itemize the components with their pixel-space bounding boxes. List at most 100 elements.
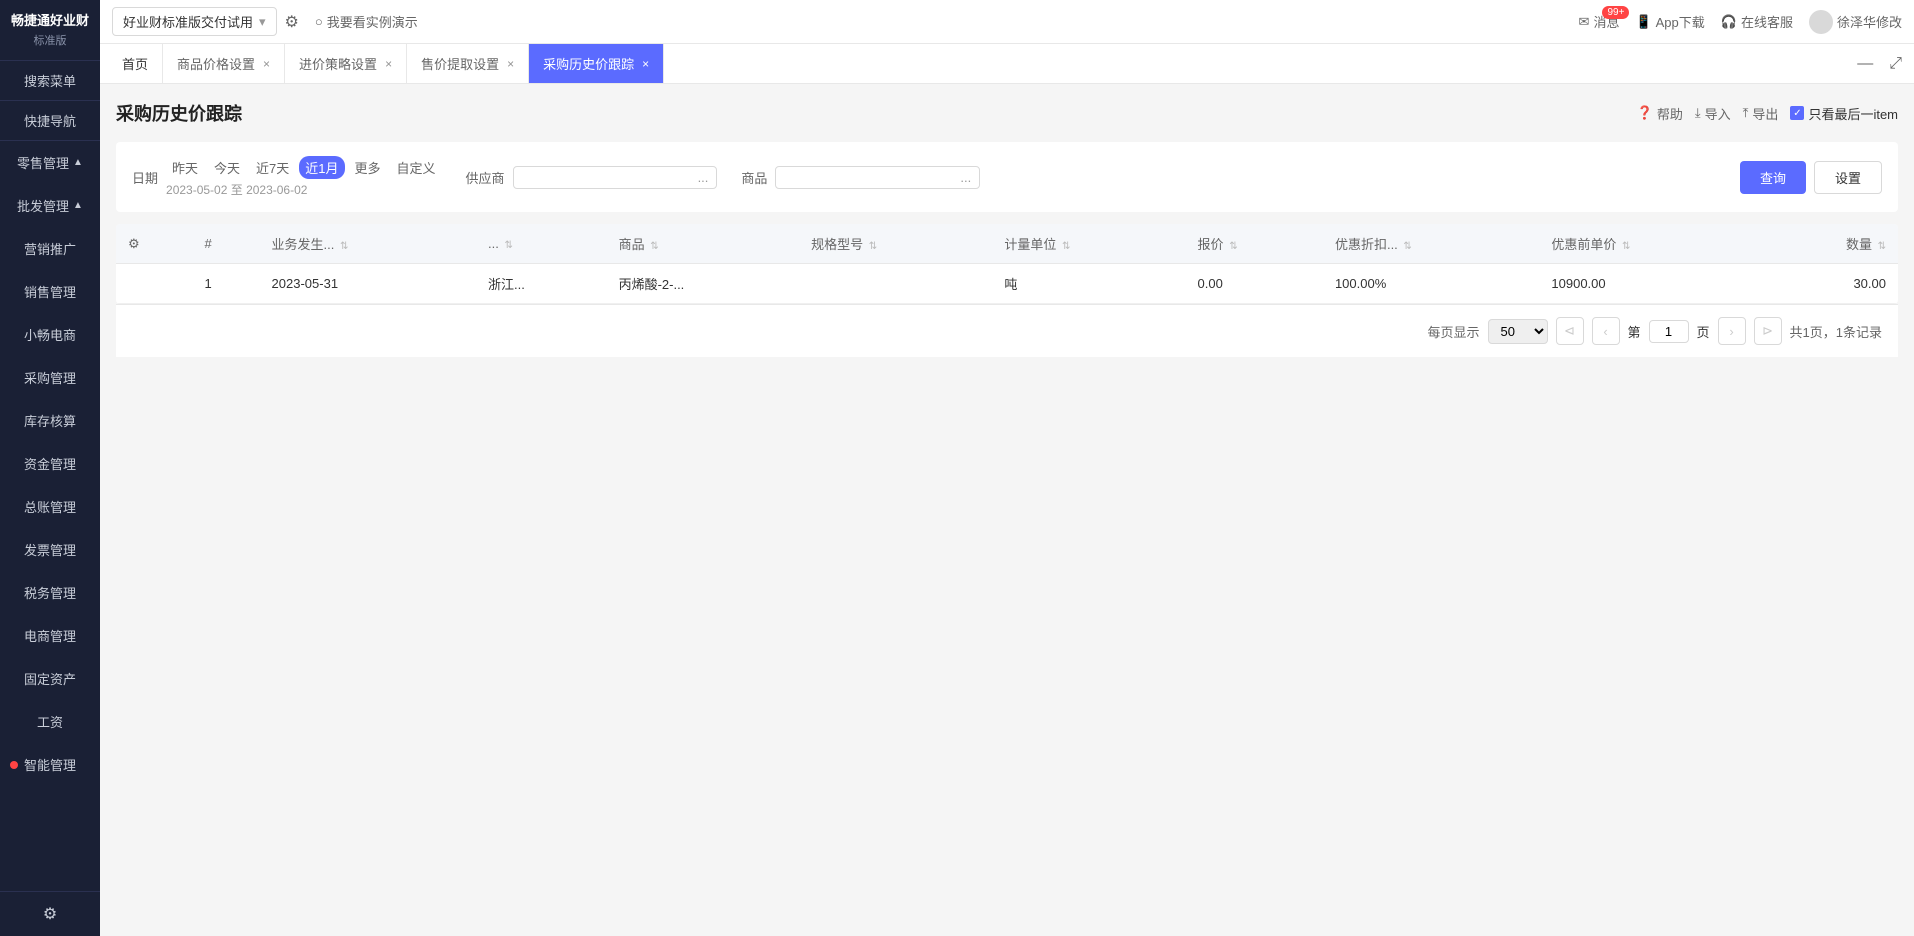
sidebar-search[interactable]: 搜索菜单	[0, 61, 100, 101]
th-discount[interactable]: 优惠折扣... ⇅	[1323, 224, 1539, 264]
phone-icon: 📱	[1635, 14, 1651, 30]
sidebar-item-ecommerce-small[interactable]: 小畅电商	[0, 313, 100, 356]
th-row-num: #	[193, 224, 260, 264]
sort-icon: ⇅	[504, 240, 512, 251]
column-gear-icon: ⚙	[128, 236, 140, 251]
sidebar-item-fixed-assets[interactable]: 固定资产	[0, 657, 100, 700]
goods-filter-label: 商品	[741, 168, 767, 187]
date-opt-yesterday[interactable]: 昨天	[166, 156, 204, 179]
page-next-button[interactable]: ›	[1718, 317, 1746, 345]
data-table-wrap: ⚙ # 业务发生... ⇅ ... ⇅ 商品 ⇅	[116, 224, 1898, 304]
sidebar-arrow: ▲	[73, 157, 83, 168]
supplier-input[interactable]	[522, 170, 698, 185]
sidebar-item-retail[interactable]: 零售管理 ▲	[0, 141, 100, 184]
sidebar-item-invoice[interactable]: 发票管理	[0, 528, 100, 571]
tab-purchase-strategy-close[interactable]: ×	[385, 57, 392, 71]
date-opt-more[interactable]: 更多	[349, 156, 387, 179]
sidebar-item-label: 采购管理	[24, 368, 76, 387]
th-date[interactable]: 业务发生... ⇅	[260, 224, 476, 264]
sidebar-item-marketing[interactable]: 营销推广	[0, 227, 100, 270]
table-header-row: ⚙ # 业务发生... ⇅ ... ⇅ 商品 ⇅	[116, 224, 1898, 264]
date-opt-custom[interactable]: 自定义	[391, 156, 442, 179]
setting-button[interactable]: 设置	[1814, 161, 1882, 194]
page-number-input[interactable]	[1649, 320, 1689, 343]
sidebar-item-ledger[interactable]: 总账管理	[0, 485, 100, 528]
tab-sale-price[interactable]: 售价提取设置 ×	[407, 44, 529, 84]
sidebar-item-label: 固定资产	[24, 669, 76, 688]
th-price-label: 报价	[1198, 237, 1224, 252]
filter-row: 日期 昨天 今天 近7天 近1月 更多 自定义 2023-05-02 至 202…	[132, 156, 1882, 198]
date-opt-today[interactable]: 今天	[208, 156, 246, 179]
main-content: 好业财标准版交付试用 ▾ ⚙ ○ 我要看实例演示 ✉ 消息 99+ 📱 App下…	[100, 0, 1914, 936]
sidebar-item-ecommerce[interactable]: 电商管理	[0, 614, 100, 657]
sidebar-item-salary[interactable]: 工资	[0, 700, 100, 743]
supplier-input-wrap: ...	[513, 166, 718, 189]
user-menu[interactable]: 徐泽华修改	[1809, 10, 1902, 34]
sidebar-item-finance[interactable]: 资金管理	[0, 442, 100, 485]
th-before-discount[interactable]: 优惠前单价 ⇅	[1539, 224, 1760, 264]
tab-history-price-close[interactable]: ×	[642, 57, 649, 71]
tab-minimize-icon[interactable]: —	[1853, 51, 1877, 77]
only-last-checkbox-label[interactable]: 只看最后一item	[1790, 104, 1898, 123]
tab-expand-icon[interactable]: ⤢	[1885, 51, 1906, 77]
sidebar-item-label: 总账管理	[24, 497, 76, 516]
date-options-row: 昨天 今天 近7天 近1月 更多 自定义	[166, 156, 442, 179]
goods-select-icon[interactable]: ...	[960, 170, 971, 185]
th-dots[interactable]: ... ⇅	[476, 224, 607, 264]
data-table: ⚙ # 业务发生... ⇅ ... ⇅ 商品 ⇅	[116, 224, 1898, 304]
th-price[interactable]: 报价 ⇅	[1186, 224, 1323, 264]
th-spec-label: 规格型号	[811, 237, 863, 252]
app-download-label: App下载	[1656, 12, 1705, 31]
sidebar-item-purchase[interactable]: 采购管理	[0, 356, 100, 399]
date-opt-7days[interactable]: 近7天	[250, 156, 295, 179]
sort-icon: ⇅	[1229, 241, 1237, 252]
help-link[interactable]: ❓ 帮助	[1637, 104, 1683, 123]
th-goods[interactable]: 商品 ⇅	[607, 224, 800, 264]
tab-history-price[interactable]: 采购历史价跟踪 ×	[529, 44, 664, 84]
supplier-select-icon[interactable]: ...	[698, 170, 709, 185]
settings-icon[interactable]: ⚙	[43, 906, 57, 923]
th-goods-label: 商品	[619, 237, 645, 252]
page-first-button[interactable]: ⊲	[1556, 317, 1584, 345]
tab-home[interactable]: 首页	[108, 44, 163, 84]
sidebar-item-tax[interactable]: 税务管理	[0, 571, 100, 614]
supplier-filter: 供应商 ...	[466, 166, 718, 189]
export-link[interactable]: ⤒ 导出	[1743, 104, 1779, 123]
app-download-button[interactable]: 📱 App下载	[1635, 12, 1704, 31]
demo-link[interactable]: ○ 我要看实例演示	[315, 12, 418, 31]
page-last-button[interactable]: ⊳	[1754, 317, 1782, 345]
th-unit[interactable]: 计量单位 ⇅	[992, 224, 1185, 264]
tab-history-price-label: 采购历史价跟踪	[543, 54, 634, 73]
row-num-cell: 1	[193, 264, 260, 304]
date-filter: 日期 昨天 今天 近7天 近1月 更多 自定义 2023-05-02 至 202…	[132, 156, 442, 198]
date-opt-1month[interactable]: 近1月	[299, 156, 344, 179]
sidebar-item-inventory[interactable]: 库存核算	[0, 399, 100, 442]
th-quantity[interactable]: 数量 ⇅	[1761, 224, 1898, 264]
tab-price-close[interactable]: ×	[263, 57, 270, 71]
online-service-button[interactable]: 🎧 在线客服	[1721, 12, 1793, 31]
import-link[interactable]: ⤓ 导入	[1695, 104, 1731, 123]
page-size-select[interactable]: 20 50 100 200	[1488, 319, 1548, 344]
th-spec[interactable]: 规格型号 ⇅	[799, 224, 992, 264]
message-button[interactable]: ✉ 消息 99+	[1579, 12, 1620, 31]
demo-label: 我要看实例演示	[327, 12, 418, 31]
row-spec-cell	[799, 264, 992, 304]
sidebar-item-smart[interactable]: 智能管理	[0, 743, 100, 786]
user-name: 徐泽华修改	[1837, 12, 1902, 31]
topbar-gear-icon[interactable]: ⚙	[285, 12, 299, 32]
date-range-display: 2023-05-02 至 2023-06-02	[166, 181, 442, 198]
query-button[interactable]: 查询	[1740, 161, 1806, 194]
goods-input[interactable]	[784, 170, 960, 185]
th-gear[interactable]: ⚙	[116, 224, 193, 264]
sidebar-nav[interactable]: 快捷导航	[0, 101, 100, 141]
tab-price[interactable]: 商品价格设置 ×	[163, 44, 285, 84]
sidebar-item-sales[interactable]: 销售管理	[0, 270, 100, 313]
only-last-checkbox[interactable]	[1790, 106, 1804, 120]
version-selector[interactable]: 好业财标准版交付试用 ▾	[112, 7, 277, 36]
table-row: 1 2023-05-31 浙江... 丙烯酸-2-... 吨 0.00 100.…	[116, 264, 1898, 304]
page-prev-button[interactable]: ‹	[1592, 317, 1620, 345]
tab-purchase-strategy[interactable]: 进价策略设置 ×	[285, 44, 407, 84]
tab-sale-price-close[interactable]: ×	[507, 57, 514, 71]
sidebar-item-label: 工资	[37, 712, 63, 731]
sidebar-item-wholesale[interactable]: 批发管理 ▲	[0, 184, 100, 227]
